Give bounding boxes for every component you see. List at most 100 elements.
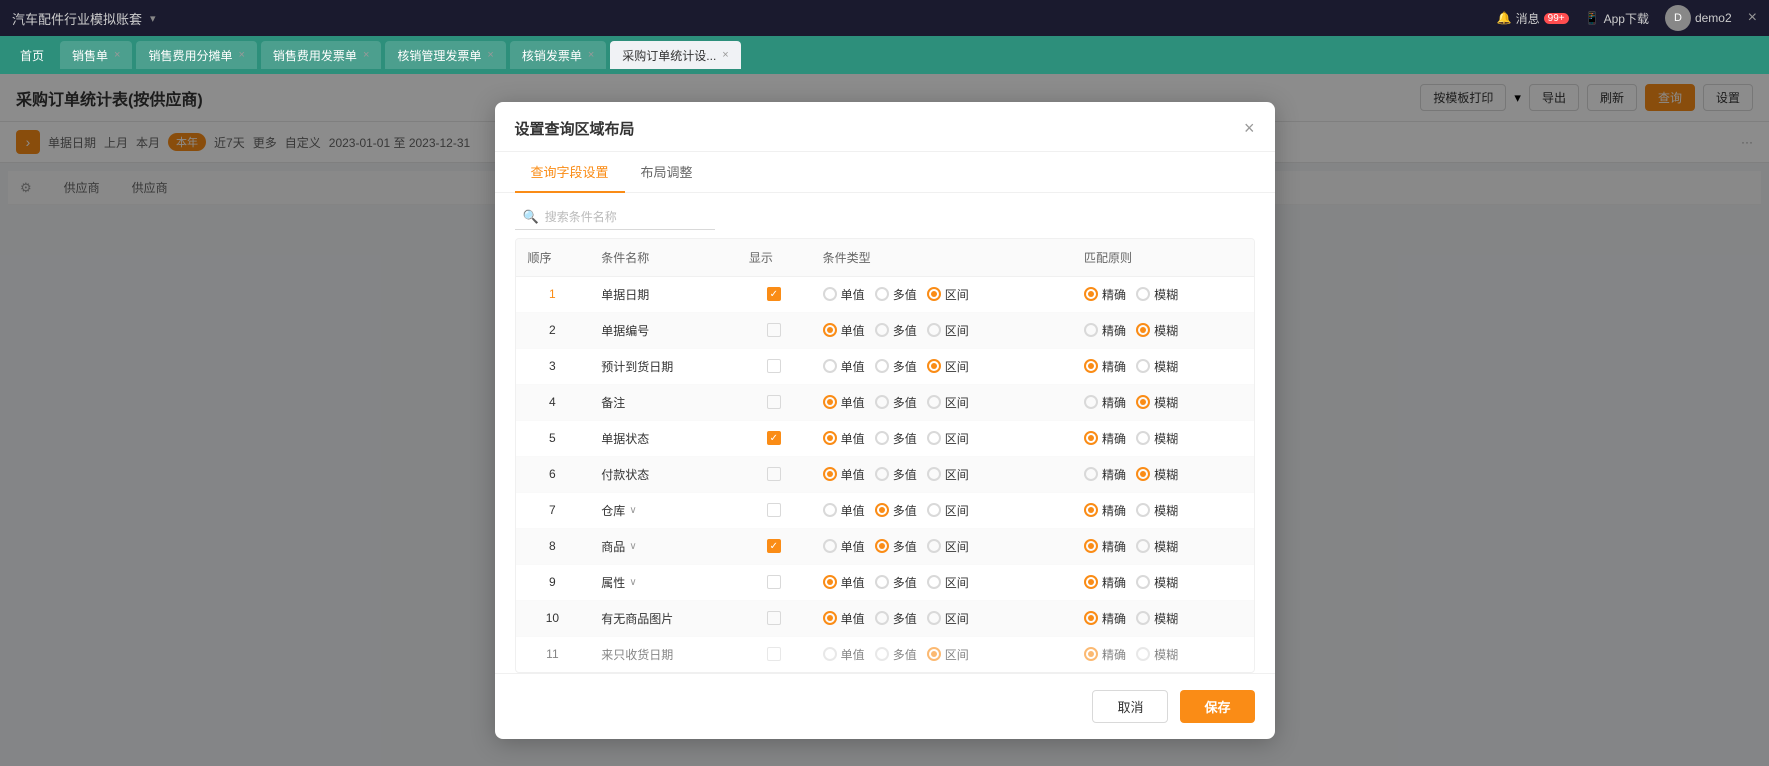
row-type-radio-group: 单值多值区间 [811, 276, 1072, 312]
cancel-button[interactable]: 取消 [1092, 690, 1168, 723]
row-type-radio-group: 单值多值区间 [811, 492, 1072, 528]
dialog-search: 🔍 [495, 193, 1275, 238]
row-display-checkbox[interactable] [737, 456, 811, 492]
row-display-checkbox[interactable] [737, 636, 811, 672]
dialog-footer: 取消 保存 [495, 673, 1275, 739]
row-order: 5 [516, 420, 590, 456]
row-order: 7 [516, 492, 590, 528]
tab-sales-expense-close[interactable]: × [238, 49, 244, 61]
row-match-radio-group: 精确模糊 [1072, 420, 1253, 456]
row-type-radio-group: 单值多值区间 [811, 312, 1072, 348]
dialog-tab-field-settings[interactable]: 查询字段设置 [515, 152, 625, 193]
row-order: 2 [516, 312, 590, 348]
notification-item[interactable]: 🔔 消息 99+ [1497, 10, 1569, 27]
dialog-tab-layout-label: 布局调整 [641, 165, 693, 180]
th-type: 条件类型 [811, 239, 1072, 277]
tab-sales-invoice[interactable]: 销售费用发票单 × [261, 41, 381, 69]
row-match-radio-group: 精确模糊 [1072, 348, 1253, 384]
tab-purchase-stats-label: 采购订单统计设... [622, 47, 716, 64]
avatar: D [1665, 5, 1691, 31]
top-nav-left: 汽车配件行业模拟账套 ▾ [12, 9, 156, 28]
save-button[interactable]: 保存 [1180, 690, 1254, 723]
tab-verify-invoice[interactable]: 核销管理发票单 × [385, 41, 505, 69]
tab-verify-invoice2[interactable]: 核销发票单 × [510, 41, 606, 69]
tab-home[interactable]: 首页 [8, 41, 56, 69]
download-item[interactable]: 📱 App下载 [1585, 10, 1649, 27]
row-order: 4 [516, 384, 590, 420]
dialog-tabs: 查询字段设置 布局调整 [495, 152, 1275, 193]
tab-verify-invoice2-label: 核销发票单 [522, 47, 582, 64]
row-name: 付款状态 [589, 456, 737, 492]
row-display-checkbox[interactable] [737, 564, 811, 600]
row-match-radio-group: 精确模糊 [1072, 384, 1253, 420]
dropdown-arrow-icon[interactable]: ▾ [150, 12, 156, 25]
row-name: 备注 [589, 384, 737, 420]
row-type-radio-group: 单值多值区间 [811, 600, 1072, 636]
dialog-tab-field-settings-label: 查询字段设置 [531, 165, 609, 180]
row-display-checkbox[interactable]: ✓ [737, 420, 811, 456]
search-icon: 🔍 [523, 209, 539, 225]
search-input-wrap: 🔍 [515, 205, 715, 230]
tab-purchase-stats-close[interactable]: × [722, 49, 728, 61]
user-item[interactable]: D demo2 [1665, 5, 1732, 31]
row-match-radio-group: 精确模糊 [1072, 564, 1253, 600]
row-match-radio-group: 精确模糊 [1072, 456, 1253, 492]
row-name: 有无商品图片 [589, 600, 737, 636]
notification-icon: 🔔 [1497, 11, 1512, 25]
row-order: 1 [516, 276, 590, 312]
row-order: 11 [516, 636, 590, 672]
tab-verify-invoice2-close[interactable]: × [588, 49, 594, 61]
row-display-checkbox[interactable] [737, 600, 811, 636]
row-display-checkbox[interactable] [737, 384, 811, 420]
row-name: 仓库 ∨ [589, 492, 737, 528]
row-match-radio-group: 精确模糊 [1072, 312, 1253, 348]
tab-sales-order-close[interactable]: × [114, 49, 120, 61]
row-order: 8 [516, 528, 590, 564]
row-type-radio-group: 单值多值区间 [811, 528, 1072, 564]
top-nav: 汽车配件行业模拟账套 ▾ 🔔 消息 99+ 📱 App下载 D demo2 × [0, 0, 1769, 36]
th-display: 显示 [737, 239, 811, 277]
tab-sales-invoice-close[interactable]: × [363, 49, 369, 61]
notification-badge: 99+ [1544, 13, 1569, 24]
row-match-radio-group: 精确模糊 [1072, 600, 1253, 636]
tab-sales-order-label: 销售单 [72, 47, 108, 64]
th-order: 顺序 [516, 239, 590, 277]
dialog-title: 设置查询区域布局 [515, 118, 635, 139]
tab-sales-invoice-label: 销售费用发票单 [273, 47, 357, 64]
row-name: 来只收货日期 [589, 636, 737, 672]
tab-sales-order[interactable]: 销售单 × [60, 41, 132, 69]
row-display-checkbox[interactable] [737, 348, 811, 384]
row-order: 3 [516, 348, 590, 384]
row-match-radio-group: 精确模糊 [1072, 636, 1253, 672]
dialog-header: 设置查询区域布局 × [495, 102, 1275, 152]
row-match-radio-group: 精确模糊 [1072, 276, 1253, 312]
tab-bar: 首页 销售单 × 销售费用分摊单 × 销售费用发票单 × 核销管理发票单 × 核… [0, 36, 1769, 74]
row-match-radio-group: 精确模糊 [1072, 528, 1253, 564]
row-type-radio-group: 单值多值区间 [811, 420, 1072, 456]
row-name: 预计到货日期 [589, 348, 737, 384]
row-order: 6 [516, 456, 590, 492]
user-name: demo2 [1695, 11, 1732, 25]
row-display-checkbox[interactable]: ✓ [737, 528, 811, 564]
tab-verify-invoice-close[interactable]: × [487, 49, 493, 61]
tab-verify-invoice-label: 核销管理发票单 [397, 47, 481, 64]
top-nav-close-button[interactable]: × [1748, 9, 1757, 27]
row-type-radio-group: 单值多值区间 [811, 456, 1072, 492]
row-name: 单据状态 [589, 420, 737, 456]
row-display-checkbox[interactable] [737, 492, 811, 528]
row-type-radio-group: 单值多值区间 [811, 636, 1072, 672]
app-title: 汽车配件行业模拟账套 [12, 9, 142, 28]
dialog-tab-layout[interactable]: 布局调整 [625, 152, 709, 193]
search-input[interactable] [545, 210, 705, 224]
tab-purchase-stats[interactable]: 采购订单统计设... × [610, 41, 740, 69]
settings-dialog: 设置查询区域布局 × 查询字段设置 布局调整 🔍 [495, 102, 1275, 739]
modal-overlay: 设置查询区域布局 × 查询字段设置 布局调整 🔍 [0, 74, 1769, 766]
row-display-checkbox[interactable] [737, 312, 811, 348]
row-match-radio-group: 精确模糊 [1072, 492, 1253, 528]
row-type-radio-group: 单值多值区间 [811, 564, 1072, 600]
row-display-checkbox[interactable]: ✓ [737, 276, 811, 312]
dialog-close-button[interactable]: × [1244, 118, 1255, 139]
tab-sales-expense[interactable]: 销售费用分摊单 × [136, 41, 256, 69]
row-name: 商品 ∨ [589, 528, 737, 564]
tab-sales-expense-label: 销售费用分摊单 [148, 47, 232, 64]
